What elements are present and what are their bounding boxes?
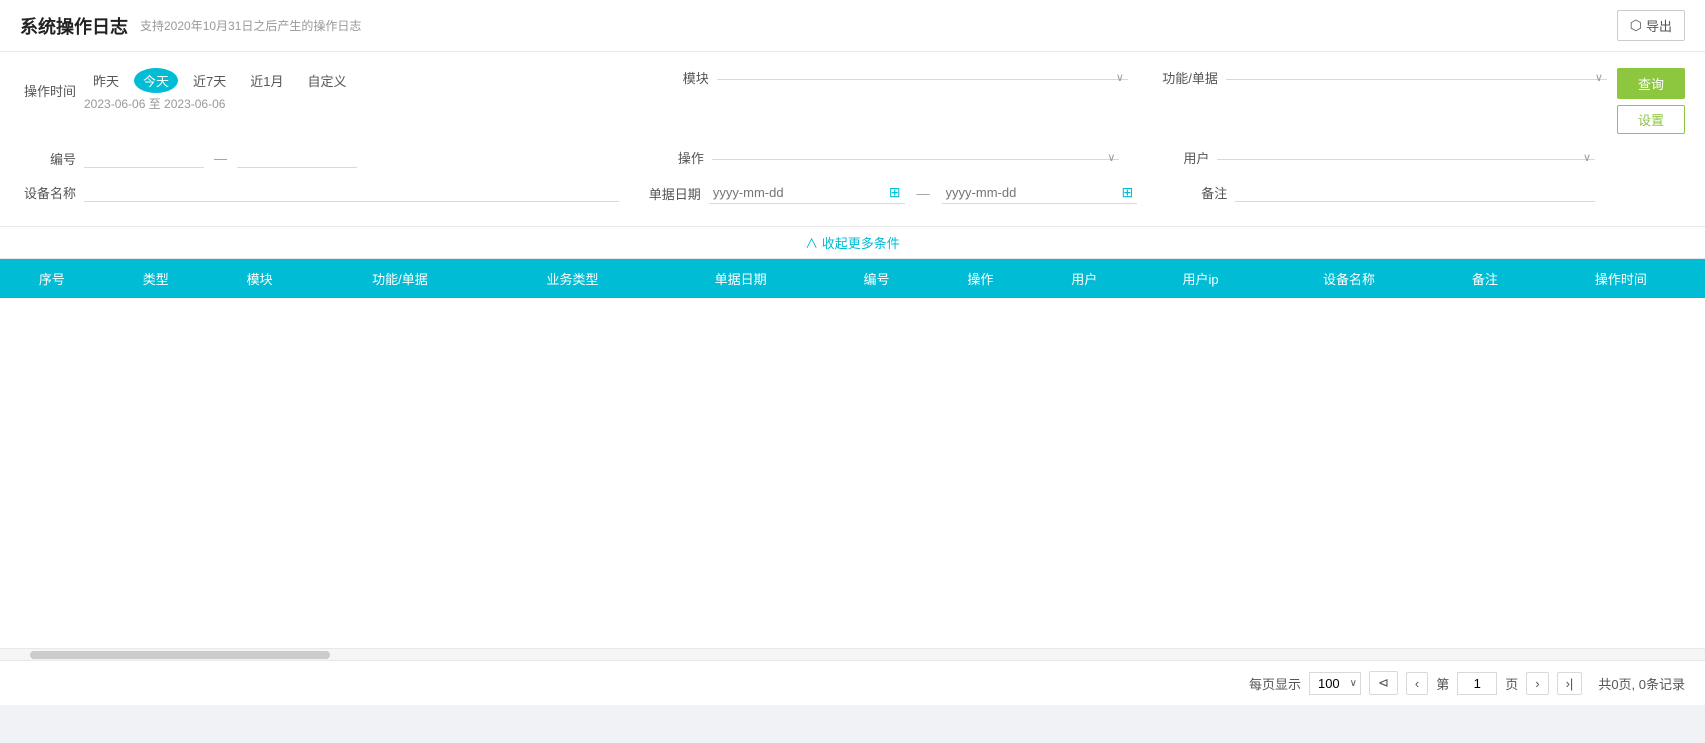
col-docdate: 单据日期 [657, 259, 825, 298]
col-module: 模块 [208, 259, 312, 298]
export-button[interactable]: ⬡ 导出 [1617, 10, 1685, 41]
user-label: 用户 [1149, 148, 1209, 167]
table-header: 序号 类型 模块 功能/单据 业务类型 单据日期 编号 操作 用户 用户ip 设… [0, 259, 1705, 298]
scrollbar-thumb [30, 651, 330, 659]
settings-button[interactable]: 设置 [1617, 105, 1685, 134]
col-biztype: 业务类型 [488, 259, 656, 298]
docdate-label: 单据日期 [649, 184, 701, 203]
page-number-input[interactable] [1457, 672, 1497, 695]
data-table: 序号 类型 模块 功能/单据 业务类型 单据日期 编号 操作 用户 用户ip 设… [0, 259, 1705, 298]
col-number: 编号 [825, 259, 929, 298]
page-prev-button[interactable]: ‹ [1406, 672, 1428, 695]
time-range-display: 2023-06-06 至 2023-06-06 [84, 95, 356, 112]
page-title: 系统操作日志 [20, 13, 128, 39]
today-btn[interactable]: 今天 [134, 68, 178, 93]
page-size-wrapper: 100 50 200 ∨ [1309, 672, 1361, 695]
docdate-filter-section: 单据日期 ⊞ — ⊞ [649, 182, 1167, 204]
per-page-label: 每页显示 [1249, 674, 1301, 693]
docdate-start-wrapper: ⊞ [709, 182, 905, 204]
export-label: 导出 [1646, 16, 1672, 35]
docdate-end-wrapper: ⊞ [942, 182, 1138, 204]
docdate-end-input[interactable] [946, 185, 1122, 200]
module-filter-section: 模块 ∨ [679, 68, 1158, 87]
col-optime: 操作时间 [1537, 259, 1705, 298]
page-subtitle: 支持2020年10月31日之后产生的操作日志 [140, 17, 361, 34]
table-container: 序号 类型 模块 功能/单据 业务类型 单据日期 编号 操作 用户 用户ip 设… [0, 259, 1705, 648]
page-unit: 页 [1505, 674, 1518, 693]
filter-row-1: 操作时间 昨天 今天 近7天 近1月 自定义 2023-06-06 至 2023… [20, 68, 1685, 134]
col-user: 用户 [1032, 259, 1136, 298]
page-header: 系统操作日志 支持2020年10月31日之后产生的操作日志 ⬡ 导出 [0, 0, 1705, 52]
last1m-btn[interactable]: 近1月 [241, 68, 292, 93]
feature-select[interactable]: ∨ [1226, 75, 1607, 80]
last7-btn[interactable]: 近7天 [184, 68, 235, 93]
yesterday-btn[interactable]: 昨天 [84, 68, 128, 93]
operation-select[interactable]: ∨ [712, 155, 1120, 160]
title-area: 系统操作日志 支持2020年10月31日之后产生的操作日志 [20, 13, 361, 39]
collapse-label: 收起更多条件 [822, 236, 900, 251]
remark-filter-section: 备注 [1167, 182, 1605, 202]
device-input[interactable] [84, 182, 619, 202]
number-filter-section: 编号 — [20, 148, 674, 168]
scrollbar-area[interactable] [0, 648, 1705, 660]
number-start-input[interactable] [84, 148, 204, 168]
filter-row-3: 设备名称 单据日期 ⊞ — ⊞ 备注 [20, 182, 1685, 204]
total-info: 共0页, 0条记录 [1598, 674, 1685, 693]
export-icon: ⬡ [1630, 17, 1642, 34]
calendar-end-icon[interactable]: ⊞ [1122, 184, 1134, 201]
pagination: 每页显示 100 50 200 ∨ ⊲ ‹ 第 页 › ›| 共0页, 0条记录 [0, 660, 1705, 705]
user-select[interactable]: ∨ [1217, 155, 1595, 160]
col-seq: 序号 [0, 259, 104, 298]
filter-row-2: 编号 — 操作 ∨ 用户 ∨ [20, 148, 1685, 168]
remark-label: 备注 [1167, 183, 1227, 202]
user-chevron-icon: ∨ [1583, 151, 1591, 164]
collapse-bar[interactable]: ∧ 收起更多条件 [0, 227, 1705, 259]
number-end-input[interactable] [237, 148, 357, 168]
number-label: 编号 [20, 149, 76, 168]
number-dash: — [208, 151, 233, 166]
device-label: 设备名称 [20, 183, 76, 202]
filter-panel: 操作时间 昨天 今天 近7天 近1月 自定义 2023-06-06 至 2023… [0, 52, 1705, 227]
feature-filter-section: 功能/单据 ∨ [1158, 68, 1617, 87]
user-filter-section: 用户 ∨ [1149, 148, 1605, 167]
page-next-button[interactable]: › [1526, 672, 1548, 695]
docdate-dash: — [911, 186, 936, 201]
operation-label: 操作 [674, 148, 704, 167]
remark-input[interactable] [1235, 182, 1595, 202]
page-last-button[interactable]: ›| [1557, 672, 1583, 695]
calendar-start-icon[interactable]: ⊞ [889, 184, 901, 201]
custom-btn[interactable]: 自定义 [299, 68, 356, 93]
col-operation: 操作 [928, 259, 1032, 298]
time-options: 昨天 今天 近7天 近1月 自定义 [84, 68, 356, 93]
docdate-start-input[interactable] [713, 185, 889, 200]
col-type: 类型 [104, 259, 208, 298]
empty-area [0, 298, 1705, 648]
device-filter-section: 设备名称 [20, 182, 649, 202]
col-remark: 备注 [1433, 259, 1537, 298]
time-label: 操作时间 [20, 81, 76, 100]
page-first-button[interactable]: ⊲ [1369, 671, 1398, 695]
query-button[interactable]: 查询 [1617, 68, 1685, 99]
module-label: 模块 [679, 68, 709, 87]
feature-label: 功能/单据 [1158, 68, 1218, 87]
col-userip: 用户ip [1136, 259, 1265, 298]
action-buttons: 查询 设置 [1617, 68, 1685, 134]
module-chevron-icon: ∨ [1116, 71, 1124, 84]
module-select[interactable]: ∨ [717, 75, 1128, 80]
time-filter-section: 操作时间 昨天 今天 近7天 近1月 自定义 2023-06-06 至 2023… [20, 68, 679, 112]
feature-chevron-icon: ∨ [1595, 71, 1603, 84]
table-header-row: 序号 类型 模块 功能/单据 业务类型 单据日期 编号 操作 用户 用户ip 设… [0, 259, 1705, 298]
col-feature: 功能/单据 [311, 259, 488, 298]
collapse-up-icon: ∧ [805, 236, 822, 251]
operation-chevron-icon: ∨ [1107, 151, 1115, 164]
col-device: 设备名称 [1265, 259, 1433, 298]
operation-filter-section: 操作 ∨ [674, 148, 1150, 167]
page-label: 第 [1436, 674, 1449, 693]
page-size-select[interactable]: 100 50 200 [1309, 672, 1361, 695]
